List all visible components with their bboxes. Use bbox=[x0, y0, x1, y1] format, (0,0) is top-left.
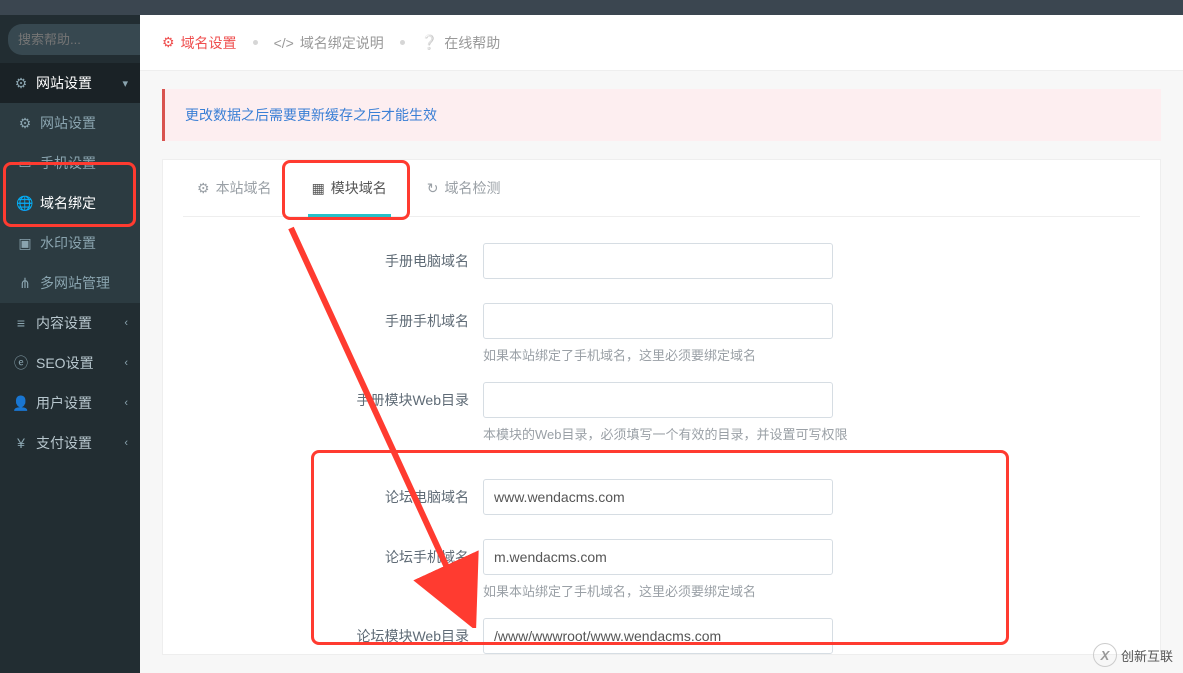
crumb-sep bbox=[253, 40, 258, 45]
main-area: ⚙ 域名设置 </> 域名绑定说明 ❔ 在线帮助 更改数据之后需要更新缓存之后才能生效… bbox=[140, 15, 1183, 673]
label-manual-mobile: 手册手机域名 bbox=[183, 303, 483, 331]
sidebar-item-label: SEO设置 bbox=[36, 355, 94, 371]
help-manual-mobile: 如果本站绑定了手机域名，这里必须要绑定域名 bbox=[483, 345, 1140, 364]
label-manual-pc: 手册电脑域名 bbox=[183, 243, 483, 271]
tab-label: 模块域名 bbox=[331, 178, 387, 198]
sidebar-section-seo[interactable]: ⓔ SEO设置 ‹ bbox=[0, 343, 140, 383]
crumb-domain-help[interactable]: </> 域名绑定说明 bbox=[274, 33, 384, 53]
list-icon: ≡ bbox=[12, 315, 30, 331]
input-manual-web-dir[interactable] bbox=[483, 382, 833, 418]
help-forum-mobile: 如果本站绑定了手机域名，这里必须要绑定域名 bbox=[483, 581, 1140, 600]
gear-icon: ⚙ bbox=[12, 75, 30, 92]
globe-icon: 🌐 bbox=[16, 195, 34, 212]
brand-icon: X bbox=[1093, 643, 1117, 667]
label-forum-pc: 论坛电脑域名 bbox=[183, 479, 483, 507]
sidebar-menu: ⚙ 网站设置 ▾ ⚙ 网站设置 ▭ 手机设置 🌐 域名绑定 ▣ 水印设置 ⋔ 多网站管理 ≡… bbox=[0, 63, 140, 463]
sidebar-section-user[interactable]: 👤 用户设置 ‹ bbox=[0, 383, 140, 423]
input-forum-pc-domain[interactable] bbox=[483, 479, 833, 515]
crumb-domain-settings[interactable]: ⚙ 域名设置 bbox=[162, 33, 237, 53]
code-icon: </> bbox=[274, 35, 294, 51]
crumb-sep bbox=[400, 40, 405, 45]
chevron-left-icon: ‹ bbox=[124, 397, 128, 409]
alert-text: 更改数据之后需要更新缓存之后才能生效 bbox=[185, 107, 437, 123]
sidebar-section-pay[interactable]: ¥ 支付设置 ‹ bbox=[0, 423, 140, 463]
sidebar-item-label: 域名绑定 bbox=[40, 193, 96, 213]
share-icon: ⋔ bbox=[16, 275, 34, 292]
gear-icon: ⚙ bbox=[197, 180, 210, 197]
yen-icon: ¥ bbox=[12, 435, 30, 451]
input-forum-web-dir[interactable] bbox=[483, 618, 833, 654]
input-forum-mobile-domain[interactable] bbox=[483, 539, 833, 575]
sidebar-item-label: 手机设置 bbox=[40, 153, 96, 173]
input-manual-mobile-domain[interactable] bbox=[483, 303, 833, 339]
chevron-down-icon: ▾ bbox=[122, 77, 128, 90]
tab-module-domain[interactable]: ▦ 模块域名 bbox=[308, 160, 391, 216]
sidebar-item-domain-binding[interactable]: 🌐 域名绑定 bbox=[0, 183, 140, 223]
sidebar-item-label: 支付设置 bbox=[36, 435, 92, 451]
footer-brand: X 创新互联 bbox=[1093, 643, 1173, 667]
crumb-label: 在线帮助 bbox=[444, 33, 500, 53]
sidebar-root-label: 网站设置 bbox=[36, 75, 92, 91]
sidebar-search bbox=[0, 15, 140, 63]
label-forum-dir: 论坛模块Web目录 bbox=[183, 618, 483, 646]
grid-icon: ▦ bbox=[312, 180, 325, 197]
sidebar-item-label: 多网站管理 bbox=[40, 273, 110, 293]
top-nav-bar bbox=[0, 0, 1183, 15]
mobile-icon: ▭ bbox=[16, 155, 34, 172]
input-manual-pc-domain[interactable] bbox=[483, 243, 833, 279]
crumb-online-help[interactable]: ❔ 在线帮助 bbox=[421, 33, 500, 53]
sidebar-item-label: 内容设置 bbox=[36, 315, 92, 331]
domain-form: 手册电脑域名 手册手机域名 如果本站绑定了手机域名，这里必须要绑定域名 手册模块… bbox=[183, 217, 1140, 655]
sidebar-section-content[interactable]: ≡ 内容设置 ‹ bbox=[0, 303, 140, 343]
tab-domain-check[interactable]: ↻ 域名检测 bbox=[423, 160, 505, 216]
gear-icon: ⚙ bbox=[162, 34, 175, 51]
sidebar: ⚙ 网站设置 ▾ ⚙ 网站设置 ▭ 手机设置 🌐 域名绑定 ▣ 水印设置 ⋔ 多网站管理 ≡… bbox=[0, 15, 140, 673]
sidebar-item-label: 用户设置 bbox=[36, 395, 92, 411]
sidebar-item-label: 网站设置 bbox=[40, 113, 96, 133]
tab-site-domain[interactable]: ⚙ 本站域名 bbox=[193, 160, 276, 216]
label-manual-dir: 手册模块Web目录 bbox=[183, 382, 483, 410]
breadcrumb: ⚙ 域名设置 </> 域名绑定说明 ❔ 在线帮助 bbox=[140, 15, 1183, 71]
tabs: ⚙ 本站域名 ▦ 模块域名 ↻ 域名检测 bbox=[183, 160, 1140, 217]
user-icon: 👤 bbox=[12, 395, 30, 412]
label-forum-mobile: 论坛手机域名 bbox=[183, 539, 483, 567]
sidebar-root-site-settings[interactable]: ⚙ 网站设置 ▾ bbox=[0, 63, 140, 103]
crumb-label: 域名设置 bbox=[181, 33, 237, 53]
help-icon: ❔ bbox=[421, 34, 438, 51]
sidebar-item-site-settings[interactable]: ⚙ 网站设置 bbox=[0, 103, 140, 143]
help-manual-dir: 本模块的Web目录，必须填写一个有效的目录，并设置可写权限 bbox=[483, 424, 1140, 443]
chevron-left-icon: ‹ bbox=[124, 317, 128, 329]
sidebar-item-multisite[interactable]: ⋔ 多网站管理 bbox=[0, 263, 140, 303]
gear-icon: ⚙ bbox=[16, 115, 34, 132]
brand-text: 创新互联 bbox=[1121, 646, 1173, 665]
chevron-left-icon: ‹ bbox=[124, 357, 128, 369]
sidebar-item-watermark[interactable]: ▣ 水印设置 bbox=[0, 223, 140, 263]
crumb-label: 域名绑定说明 bbox=[300, 33, 384, 53]
tab-label: 域名检测 bbox=[445, 178, 501, 198]
settings-card: ⚙ 本站域名 ▦ 模块域名 ↻ 域名检测 手册电脑域名 手册手机域名 如果本站绑定了手… bbox=[162, 159, 1161, 655]
sidebar-item-mobile-settings[interactable]: ▭ 手机设置 bbox=[0, 143, 140, 183]
chevron-left-icon: ‹ bbox=[124, 437, 128, 449]
sidebar-item-label: 水印设置 bbox=[40, 233, 96, 253]
tab-label: 本站域名 bbox=[216, 178, 272, 198]
refresh-icon: ↻ bbox=[427, 180, 439, 197]
alert-cache-refresh: 更改数据之后需要更新缓存之后才能生效 bbox=[162, 89, 1161, 141]
image-icon: ▣ bbox=[16, 235, 34, 252]
ie-icon: ⓔ bbox=[12, 353, 30, 373]
